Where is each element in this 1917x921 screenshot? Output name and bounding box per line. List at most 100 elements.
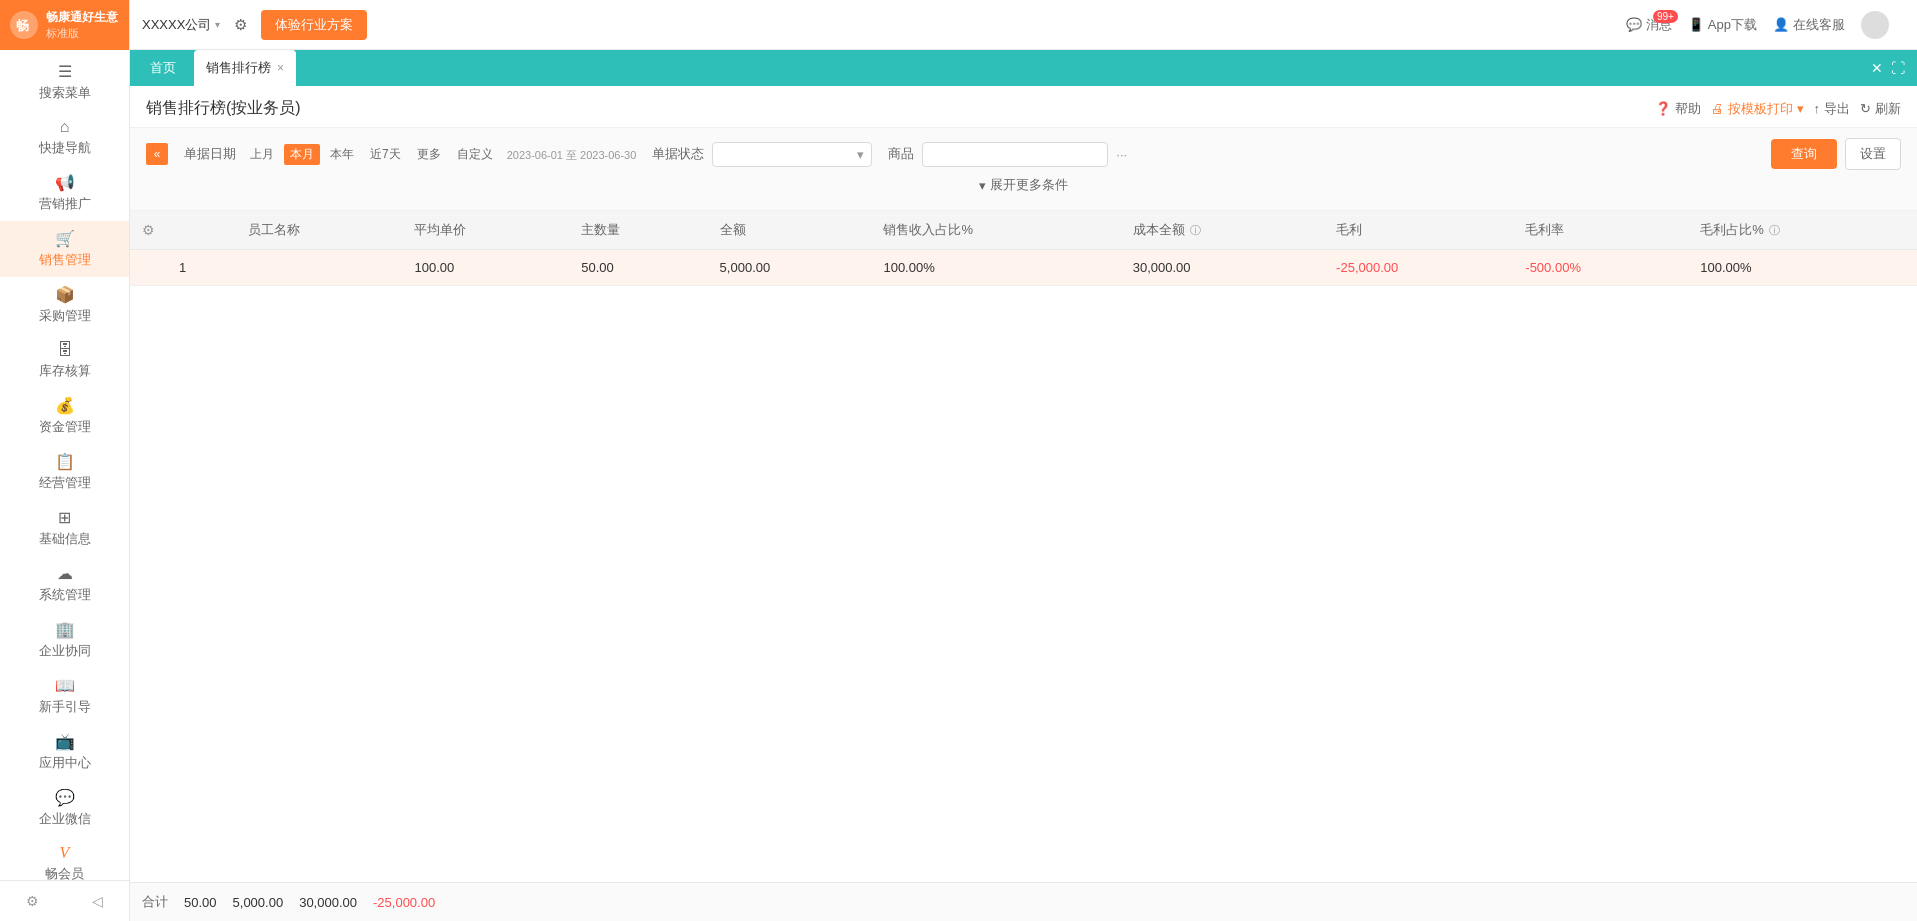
member-icon: V (60, 844, 70, 862)
sales-icon: 🛒 (55, 229, 75, 248)
sidebar-item-marketing[interactable]: 📢 营销推广 (0, 165, 129, 221)
sidebar-item-guide[interactable]: 📖 新手引导 (0, 668, 129, 724)
expand-icon: ▾ (979, 178, 986, 193)
search-menu-icon: ☰ (58, 62, 72, 81)
date-tab-this-month[interactable]: 本月 (284, 144, 320, 165)
home-icon: ⌂ (60, 118, 70, 136)
tabbar-right: ✕ ⛶ (1871, 60, 1913, 76)
sidebar-item-operations[interactable]: 📋 经营管理 (0, 444, 129, 500)
table-header-row: ⚙ 员工名称 平均单价 主数量 全额 销售收入占比% 成本全额 ⓘ 毛利 (130, 211, 1917, 250)
finance-icon: 💰 (55, 396, 75, 415)
sidebar-item-system-label: 系统管理 (39, 586, 91, 604)
sidebar-item-sales[interactable]: 🛒 销售管理 (0, 221, 129, 277)
tab-close-all-icon[interactable]: ✕ (1871, 60, 1883, 76)
avatar[interactable] (1861, 11, 1889, 39)
content-area: 销售排行榜(按业务员) ❓ 帮助 🖨 按模板打印 ▾ ↑ 导出 ↻ 刷新 (130, 86, 1917, 921)
export-icon: ↑ (1814, 101, 1821, 116)
settings-button[interactable]: 设置 (1845, 138, 1901, 170)
query-button[interactable]: 查询 (1771, 139, 1837, 169)
app-download-icon: 📱 (1688, 17, 1704, 32)
sidebar-item-enterprise-label: 企业协同 (39, 642, 91, 660)
marketing-icon: 📢 (55, 173, 75, 192)
col-settings: ⚙ (130, 211, 167, 250)
export-label: 导出 (1824, 100, 1850, 118)
sidebar-item-member-label: 畅会员 (45, 865, 84, 880)
sidebar-item-app-center[interactable]: 📺 应用中心 (0, 724, 129, 780)
print-icon: 🖨 (1711, 101, 1724, 116)
refresh-icon: ↻ (1860, 101, 1871, 116)
tab-home[interactable]: 首页 (134, 50, 192, 86)
row-settings-cell (130, 250, 167, 286)
app-download-label: App下载 (1708, 16, 1757, 34)
date-tab-custom[interactable]: 自定义 (451, 144, 499, 165)
trial-button[interactable]: 体验行业方案 (261, 10, 367, 40)
template-print-button[interactable]: 🖨 按模板打印 ▾ (1711, 100, 1804, 118)
sidebar-settings-icon[interactable]: ⚙ (22, 889, 43, 913)
date-tab-this-year[interactable]: 本年 (324, 144, 360, 165)
table-body: 1 100.00 50.00 5,000.00 100.00% 30,000.0… (130, 250, 1917, 286)
message-icon: 💬 (1626, 17, 1642, 32)
row-cost-cell: 30,000.00 (1121, 250, 1324, 286)
tab-fullscreen-icon[interactable]: ⛶ (1891, 60, 1905, 76)
sidebar-item-system[interactable]: ☁ 系统管理 (0, 556, 129, 612)
col-cost-label: 成本全额 (1133, 222, 1185, 237)
topbar-settings-icon[interactable]: ⚙ (234, 16, 247, 34)
sidebar-item-sales-label: 销售管理 (39, 251, 91, 269)
sidebar-item-app-center-label: 应用中心 (39, 754, 91, 772)
sidebar-item-quick-nav[interactable]: ⌂ 快捷导航 (0, 110, 129, 165)
sidebar-item-wechat[interactable]: 💬 企业微信 (0, 780, 129, 836)
cost-info-icon[interactable]: ⓘ (1190, 224, 1201, 236)
refresh-button[interactable]: ↻ 刷新 (1860, 100, 1901, 118)
sidebar-item-basic-info[interactable]: ⊞ 基础信息 (0, 500, 129, 556)
footer-total: 合计 (142, 893, 168, 911)
sidebar-item-quick-nav-label: 快捷导航 (39, 139, 91, 157)
date-tab-last7days[interactable]: 近7天 (364, 144, 407, 165)
footer-cost-value: 30,000.00 (299, 895, 357, 910)
sidebar-item-finance[interactable]: 💰 资金管理 (0, 388, 129, 444)
export-button[interactable]: ↑ 导出 (1814, 100, 1851, 118)
expand-more-button[interactable]: ▾ 展开更多条件 (146, 170, 1901, 200)
online-service-button[interactable]: 👤 在线客服 (1773, 16, 1845, 34)
filter-action-btns: 查询 设置 (1771, 138, 1901, 170)
help-icon: ❓ (1655, 101, 1671, 116)
row-quantity-cell: 50.00 (569, 250, 707, 286)
sidebar-item-inventory-label: 库存核算 (39, 362, 91, 380)
company-selector[interactable]: XXXXX公司 ▾ (142, 16, 220, 34)
sidebar-item-inventory[interactable]: 🗄 库存核算 (0, 333, 129, 388)
sidebar-item-member[interactable]: V 畅会员 (0, 836, 129, 880)
row-gross-cell: -25,000.00 (1324, 250, 1513, 286)
app-download-button[interactable]: 📱 App下载 (1688, 16, 1757, 34)
row-gross-rate-cell: -500.00% (1513, 250, 1688, 286)
message-button[interactable]: 💬 消息 99+ (1626, 16, 1672, 34)
service-label: 在线客服 (1793, 16, 1845, 34)
filter-collapse-button[interactable]: « (146, 143, 168, 165)
logo-icon: 畅 (8, 9, 40, 41)
guide-icon: 📖 (55, 676, 75, 695)
app-center-icon: 📺 (55, 732, 75, 751)
goods-more-icon[interactable]: ··· (1116, 147, 1127, 162)
col-employee: 员工名称 (236, 211, 403, 250)
date-tab-more[interactable]: 更多 (411, 144, 447, 165)
gross-pct-info-icon[interactable]: ⓘ (1769, 224, 1780, 236)
sidebar-collapse-icon[interactable]: ◁ (88, 889, 107, 913)
row-amount-cell: 5,000.00 (708, 250, 872, 286)
tab-close-icon[interactable]: × (277, 61, 284, 75)
company-dropdown-icon: ▾ (215, 19, 220, 30)
goods-input[interactable] (922, 142, 1108, 167)
row-employee-cell (236, 250, 403, 286)
page-actions: ❓ 帮助 🖨 按模板打印 ▾ ↑ 导出 ↻ 刷新 (1655, 100, 1902, 118)
footer-quantity-value: 50.00 (184, 895, 217, 910)
status-select[interactable] (712, 142, 872, 167)
template-print-label: 按模板打印 (1728, 100, 1793, 118)
row-avg-price-cell: 100.00 (402, 250, 569, 286)
date-tab-prev-month[interactable]: 上月 (244, 144, 280, 165)
sidebar-item-purchase[interactable]: 📦 采购管理 (0, 277, 129, 333)
sidebar-item-search[interactable]: ☰ 搜索菜单 (0, 54, 129, 110)
column-settings-icon[interactable]: ⚙ (142, 222, 155, 238)
tab-sales-ranking[interactable]: 销售排行榜 × (194, 50, 296, 86)
sidebar-item-enterprise[interactable]: 🏢 企业协同 (0, 612, 129, 668)
company-name: XXXXX公司 (142, 16, 211, 34)
topbar-right: 💬 消息 99+ 📱 App下载 👤 在线客服 (1626, 11, 1905, 39)
svg-text:畅: 畅 (16, 18, 29, 33)
help-button[interactable]: ❓ 帮助 (1655, 100, 1701, 118)
